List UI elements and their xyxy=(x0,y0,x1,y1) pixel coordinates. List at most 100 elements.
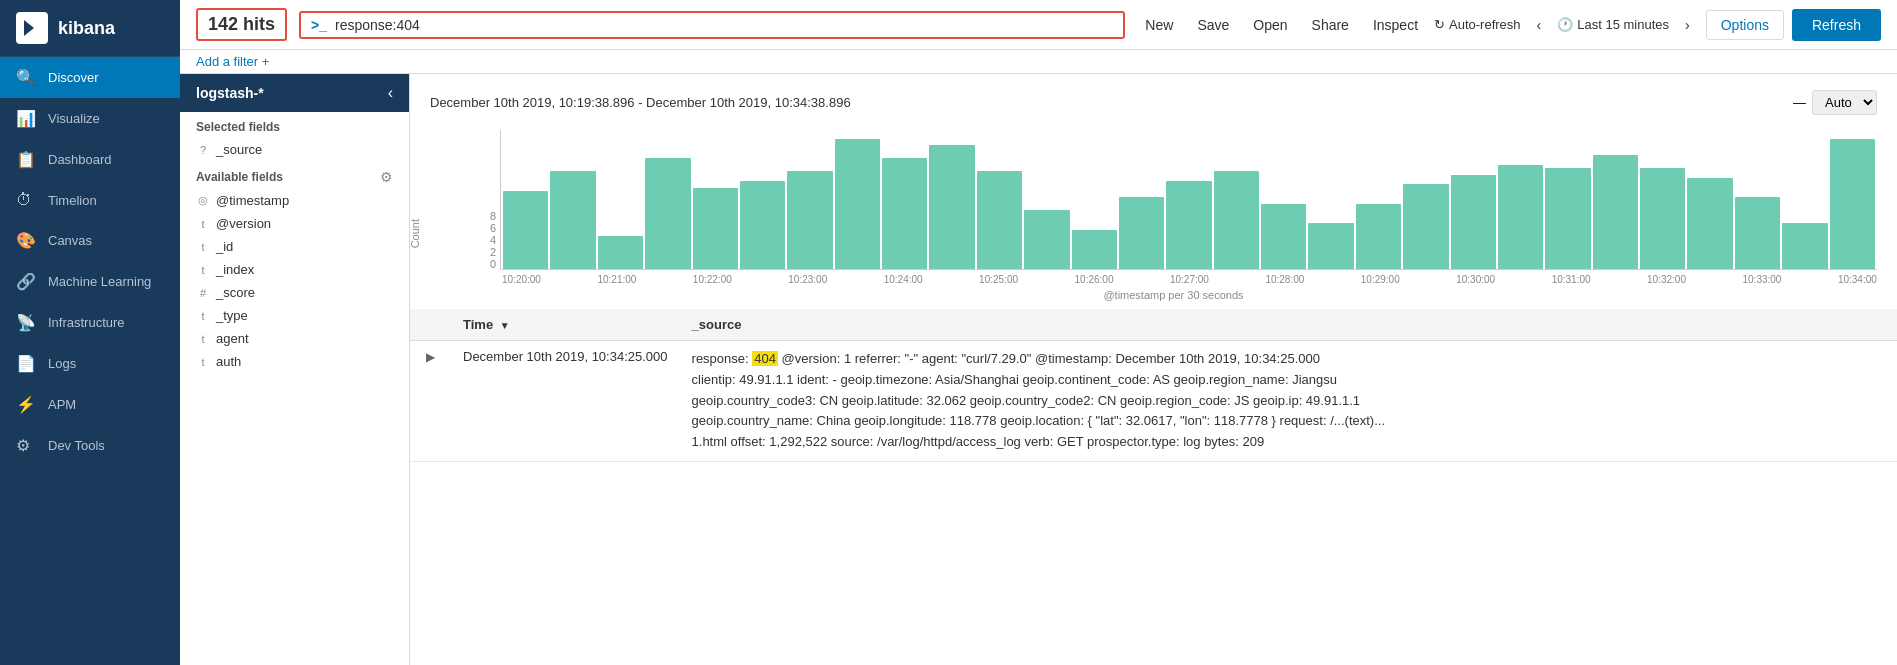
prev-time-button[interactable]: ‹ xyxy=(1529,13,1550,37)
field-type-timestamp: ◎ xyxy=(196,194,210,207)
interval-dropdown[interactable]: Auto 1s 5s 30s 1m xyxy=(1812,90,1877,115)
options-button[interactable]: Options xyxy=(1706,10,1784,40)
sidebar-item-dashboard[interactable]: 📋 Dashboard xyxy=(0,139,180,180)
sidebar-item-apm[interactable]: ⚡ APM xyxy=(0,384,180,425)
sidebar-item-discover-label: Discover xyxy=(48,70,99,85)
chart-wrapper: Count 8 6 4 2 0 xyxy=(430,125,1877,301)
source-text-5: 1.html offset: 1,292,522 source: /var/lo… xyxy=(692,434,1265,449)
date-range-display: December 10th 2019, 10:19:38.896 - Decem… xyxy=(430,95,851,110)
field-item-score[interactable]: # _score xyxy=(180,281,409,304)
source-text-4: geoip.country_name: China geoip.longitud… xyxy=(692,413,1386,428)
sidebar-item-infrastructure[interactable]: 📡 Infrastructure xyxy=(0,302,180,343)
field-item-id[interactable]: t _id xyxy=(180,235,409,258)
canvas-icon: 🎨 xyxy=(16,231,38,250)
dashboard-icon: 📋 xyxy=(16,150,38,169)
inspect-button[interactable]: Inspect xyxy=(1365,13,1426,37)
expand-row-button[interactable]: ▶ xyxy=(422,350,439,364)
field-type-t1: t xyxy=(196,218,210,230)
bar xyxy=(882,158,927,269)
sidebar-item-canvas[interactable]: 🎨 Canvas xyxy=(0,220,180,261)
bar xyxy=(1545,168,1590,269)
next-time-button[interactable]: › xyxy=(1677,13,1698,37)
sidebar-item-timelion[interactable]: ⏱ Timelion xyxy=(0,180,180,220)
field-item-timestamp[interactable]: ◎ @timestamp xyxy=(180,189,409,212)
bar xyxy=(598,236,643,269)
index-pattern-header: logstash-* ‹ xyxy=(180,74,409,112)
time-cell: December 10th 2019, 10:34:25.000 xyxy=(451,341,680,462)
bars-area: 8 6 4 2 0 xyxy=(470,125,1877,270)
field-name-type: _type xyxy=(216,308,248,323)
source-prefix: response: xyxy=(692,351,753,366)
refresh-cycle-icon: ↻ xyxy=(1434,17,1445,32)
field-item-agent[interactable]: t agent xyxy=(180,327,409,350)
main-content: 142 hits >_ response:404 New Save Open S… xyxy=(180,0,1897,665)
field-item-source[interactable]: ? _source xyxy=(180,138,409,161)
x-axis-label: 10:30:00 xyxy=(1456,274,1495,285)
visualize-icon: 📊 xyxy=(16,109,38,128)
sidebar-item-ml-label: Machine Learning xyxy=(48,274,151,289)
sidebar-item-dashboard-label: Dashboard xyxy=(48,152,112,167)
field-item-type[interactable]: t _type xyxy=(180,304,409,327)
sidebar-item-timelion-label: Timelion xyxy=(48,193,97,208)
field-name-index: _index xyxy=(216,262,254,277)
y-label-2: 2 xyxy=(470,246,496,258)
auto-refresh-button[interactable]: ↻ Auto-refresh xyxy=(1434,17,1521,32)
x-axis-label: 10:24:00 xyxy=(884,274,923,285)
sidebar-item-logs[interactable]: 📄 Logs xyxy=(0,343,180,384)
bar xyxy=(1308,223,1353,269)
index-pattern-label: logstash-* xyxy=(196,85,264,101)
source-cell: response: 404 @version: 1 referrer: "-" … xyxy=(680,341,1897,462)
collapse-panel-button[interactable]: ‹ xyxy=(388,84,393,102)
machine-learning-icon: 🔗 xyxy=(16,272,38,291)
new-button[interactable]: New xyxy=(1137,13,1181,37)
field-item-auth[interactable]: t auth xyxy=(180,350,409,373)
field-name-version: @version xyxy=(216,216,271,231)
interval-select: — Auto 1s 5s 30s 1m xyxy=(1793,90,1877,115)
histogram-area: December 10th 2019, 10:19:38.896 - Decem… xyxy=(410,74,1897,309)
field-item-index[interactable]: t _index xyxy=(180,258,409,281)
left-panel: logstash-* ‹ Selected fields ? _source A… xyxy=(180,74,410,665)
results-table: Time ▼ _source ▶ xyxy=(410,309,1897,462)
save-button[interactable]: Save xyxy=(1189,13,1237,37)
open-button[interactable]: Open xyxy=(1245,13,1295,37)
x-axis-label: 10:32:00 xyxy=(1647,274,1686,285)
sidebar-item-devtools[interactable]: ⚙ Dev Tools xyxy=(0,425,180,466)
fields-gear-button[interactable]: ⚙ xyxy=(380,169,393,185)
search-bar[interactable]: >_ response:404 xyxy=(299,11,1125,39)
sidebar-item-canvas-label: Canvas xyxy=(48,233,92,248)
time-col-header[interactable]: Time ▼ xyxy=(451,309,680,341)
filter-bar: Add a filter + xyxy=(180,50,1897,74)
histogram-bars xyxy=(500,130,1877,270)
topbar-actions: New Save Open Share Inspect ↻ Auto-refre… xyxy=(1137,9,1881,41)
bar xyxy=(693,188,738,269)
bar xyxy=(1593,155,1638,269)
source-text-2: clientip: 49.91.1.1 ident: - geoip.timez… xyxy=(692,372,1337,387)
x-axis-label: 10:31:00 xyxy=(1552,274,1591,285)
bar xyxy=(1072,230,1117,269)
bar xyxy=(1782,223,1827,269)
discover-icon: 🔍 xyxy=(16,68,38,87)
y-label-0: 0 xyxy=(470,258,496,270)
field-name-auth: auth xyxy=(216,354,241,369)
sidebar-item-discover[interactable]: 🔍 Discover xyxy=(0,57,180,98)
right-panel: December 10th 2019, 10:19:38.896 - Decem… xyxy=(410,74,1897,665)
bar xyxy=(1214,171,1259,269)
add-filter-button[interactable]: Add a filter + xyxy=(196,54,269,69)
x-axis-label: 10:33:00 xyxy=(1742,274,1781,285)
bar xyxy=(1830,139,1875,269)
bar xyxy=(1119,197,1164,269)
auto-refresh-label: Auto-refresh xyxy=(1449,17,1521,32)
sidebar-item-machine-learning[interactable]: 🔗 Machine Learning xyxy=(0,261,180,302)
source-col-header: _source xyxy=(680,309,1897,341)
x-axis-label: 10:26:00 xyxy=(1075,274,1114,285)
time-range-button[interactable]: 🕐 Last 15 minutes xyxy=(1557,17,1669,32)
topbar: 142 hits >_ response:404 New Save Open S… xyxy=(180,0,1897,50)
field-type-t3: t xyxy=(196,264,210,276)
field-item-version[interactable]: t @version xyxy=(180,212,409,235)
sidebar-logo: kibana xyxy=(0,0,180,57)
sidebar-item-visualize[interactable]: 📊 Visualize xyxy=(0,98,180,139)
field-type-question: ? xyxy=(196,144,210,156)
x-axis-labels: 10:20:0010:21:0010:22:0010:23:0010:24:00… xyxy=(470,274,1877,285)
refresh-button[interactable]: Refresh xyxy=(1792,9,1881,41)
share-button[interactable]: Share xyxy=(1304,13,1357,37)
